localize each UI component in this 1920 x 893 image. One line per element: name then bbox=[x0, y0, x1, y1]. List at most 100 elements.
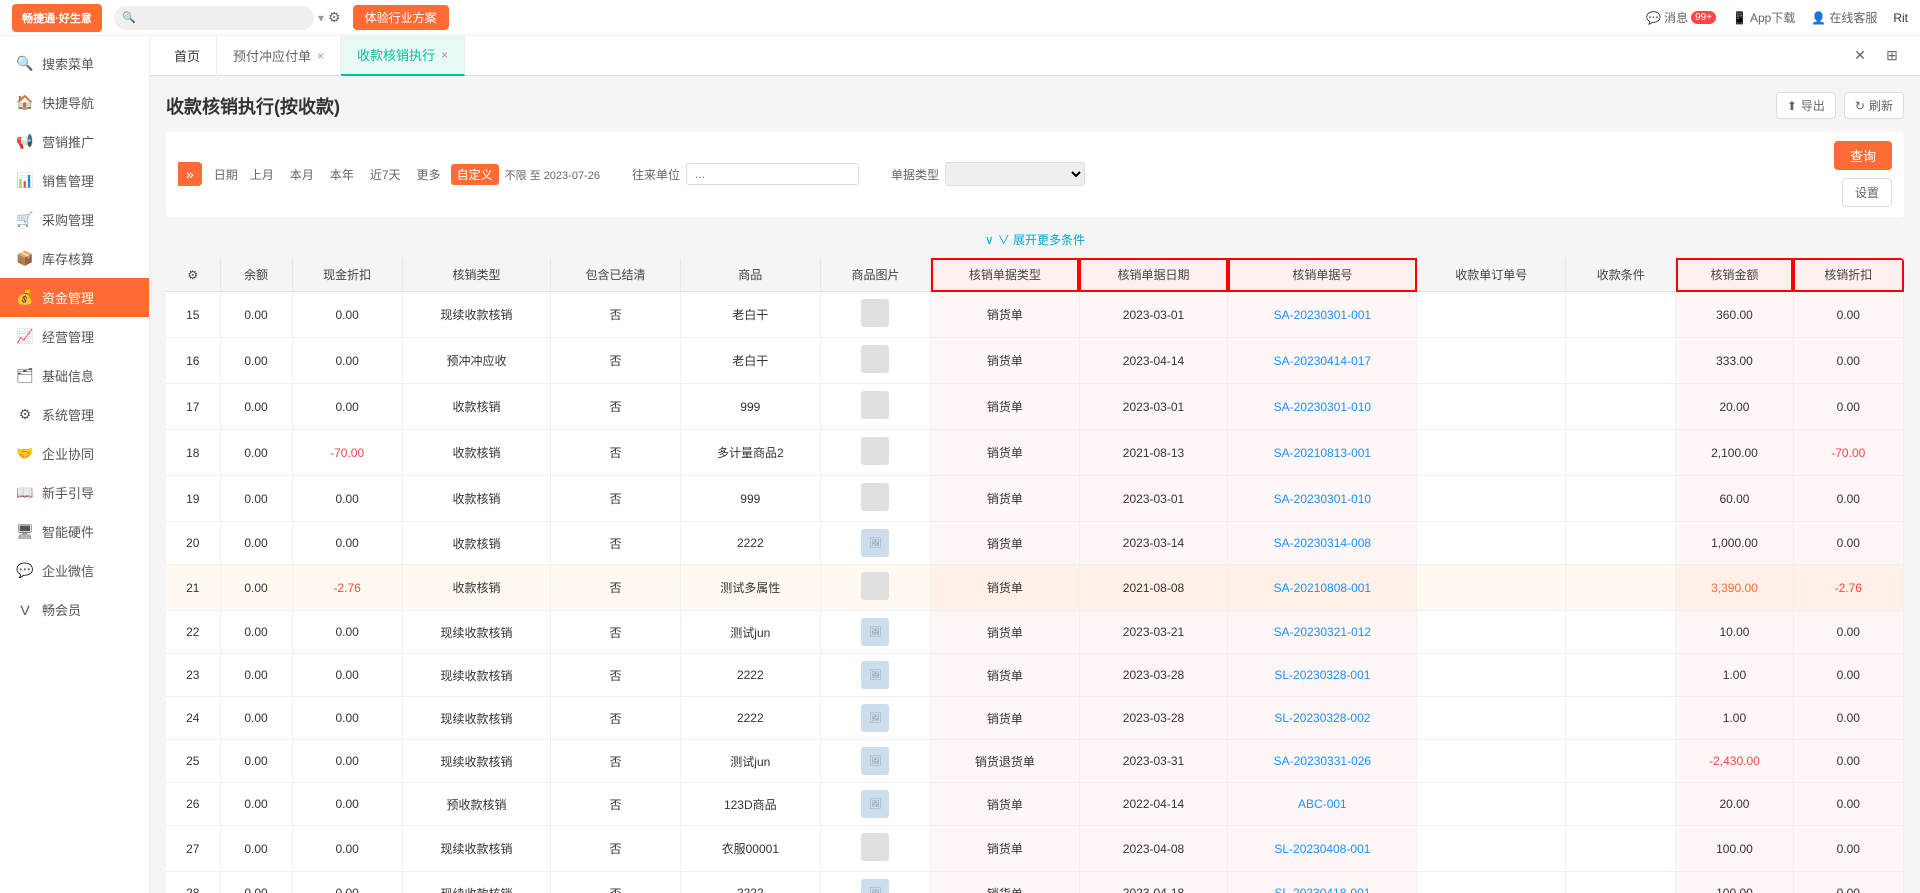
table-row[interactable]: 210.00-2.76收款核销否测试多属性销货单2021-08-08SA-202… bbox=[166, 565, 1904, 611]
cell-billNo[interactable]: ABC-001 bbox=[1228, 783, 1417, 826]
message-area[interactable]: 💬 消息 99+ bbox=[1646, 9, 1716, 26]
cell-receiptCond bbox=[1566, 476, 1676, 522]
cell-billNo[interactable]: SA-20230314-008 bbox=[1228, 522, 1417, 565]
cell-billType: 销货单 bbox=[931, 654, 1080, 697]
filter-last-month[interactable]: 上月 bbox=[244, 164, 280, 185]
table-row[interactable]: 270.000.00现续收款核销否衣服00001销货单2023-04-08SL-… bbox=[166, 826, 1904, 872]
data-table-container: ⚙余额现金折扣核销类型包含已结清商品商品图片核销单据类型核销单据日期核销单据号收… bbox=[166, 258, 1904, 893]
message-badge: 99+ bbox=[1691, 11, 1716, 24]
filter-bar: » 日期 上月 本月 本年 近7天 更多 自定义 不限 至 2023-07-26 bbox=[166, 131, 1904, 217]
app-download[interactable]: 📱 App下载 bbox=[1732, 9, 1795, 26]
cell-seq: 20 bbox=[166, 522, 220, 565]
filter-this-month[interactable]: 本月 bbox=[284, 164, 320, 185]
setting-button[interactable]: 设置 bbox=[1842, 178, 1892, 207]
sidebar-item-collab[interactable]: 🤝企业协同 bbox=[0, 434, 149, 473]
filter-more-dates[interactable]: 更多 bbox=[411, 164, 447, 185]
filter-7days[interactable]: 近7天 bbox=[364, 164, 407, 185]
cell-writeoffDiscount: 0.00 bbox=[1793, 872, 1903, 893]
cell-goods: 衣服00001 bbox=[680, 826, 820, 872]
col-header-goods: 商品 bbox=[680, 258, 820, 292]
cell-includeSettled: 否 bbox=[551, 872, 680, 893]
solution-button[interactable]: 体验行业方案 bbox=[353, 5, 449, 30]
cell-goodsImg: 🖼 bbox=[820, 611, 930, 654]
user-name[interactable]: Rit bbox=[1893, 11, 1908, 25]
cell-billDate: 2023-03-14 bbox=[1079, 522, 1228, 565]
online-service[interactable]: 👤 在线客服 bbox=[1811, 9, 1877, 26]
sidebar-item-marketing[interactable]: 📢营销推广 bbox=[0, 122, 149, 161]
sidebar-item-quicknav[interactable]: 🏠快捷导航 bbox=[0, 83, 149, 122]
cell-billType: 销货单 bbox=[931, 611, 1080, 654]
filter-doctype-select[interactable] bbox=[945, 162, 1085, 186]
expand-more-conditions[interactable]: ∨ ∨ 展开更多条件 bbox=[166, 227, 1904, 252]
tab-collection[interactable]: 收款核销执行 × bbox=[341, 36, 465, 76]
query-button[interactable]: 查询 bbox=[1834, 141, 1892, 170]
table-row[interactable]: 180.00-70.00收款核销否多计量商品2销货单2021-08-13SA-2… bbox=[166, 430, 1904, 476]
tab-collection-close[interactable]: × bbox=[441, 48, 448, 62]
filter-custom-date[interactable]: 自定义 bbox=[451, 164, 499, 185]
cell-balance: 0.00 bbox=[220, 872, 292, 893]
cell-billNo[interactable]: SL-20230408-001 bbox=[1228, 826, 1417, 872]
table-row[interactable]: 250.000.00现续收款核销否测试jun🖼销货退货单2023-03-31SA… bbox=[166, 740, 1904, 783]
sidebar-item-finance[interactable]: 💰资金管理 bbox=[0, 278, 149, 317]
sidebar-item-member[interactable]: V畅会员 bbox=[0, 590, 149, 629]
refresh-button[interactable]: ↻ 刷新 bbox=[1844, 92, 1904, 119]
maximize-tab-btn[interactable]: ⊞ bbox=[1880, 44, 1904, 68]
sidebar-item-guide[interactable]: 📖新手引导 bbox=[0, 473, 149, 512]
sidebar-item-operation[interactable]: 📈经营管理 bbox=[0, 317, 149, 356]
filter-this-year[interactable]: 本年 bbox=[324, 164, 360, 185]
sidebar-item-hardware[interactable]: 🖥智能硬件 bbox=[0, 512, 149, 551]
cell-cashDiscount: 0.00 bbox=[292, 338, 402, 384]
tab-home[interactable]: 首页 bbox=[158, 36, 217, 76]
cell-billNo[interactable]: SL-20230328-001 bbox=[1228, 654, 1417, 697]
export-button[interactable]: ⬆ 导出 bbox=[1776, 92, 1836, 119]
cell-includeSettled: 否 bbox=[551, 565, 680, 611]
sidebar-item-wechat[interactable]: 💬企业微信 bbox=[0, 551, 149, 590]
table-row[interactable]: 240.000.00现续收款核销否2222🖼销货单2023-03-28SL-20… bbox=[166, 697, 1904, 740]
table-row[interactable]: 220.000.00现续收款核销否测试jun🖼销货单2023-03-21SA-2… bbox=[166, 611, 1904, 654]
sidebar-item-inventory[interactable]: 📦库存核算 bbox=[0, 239, 149, 278]
sidebar-label-sales: 销售管理 bbox=[42, 171, 94, 190]
cell-billDate: 2023-03-01 bbox=[1079, 292, 1228, 338]
sidebar-item-search[interactable]: 🔍搜索菜单 bbox=[0, 44, 149, 83]
sidebar-item-sales[interactable]: 📊销售管理 bbox=[0, 161, 149, 200]
table-row[interactable]: 200.000.00收款核销否2222🖼销货单2023-03-14SA-2023… bbox=[166, 522, 1904, 565]
sidebar-item-system[interactable]: ⚙系统管理 bbox=[0, 395, 149, 434]
cell-balance: 0.00 bbox=[220, 384, 292, 430]
cell-includeSettled: 否 bbox=[551, 697, 680, 740]
cell-writeoffAmount: 1.00 bbox=[1676, 654, 1793, 697]
table-row[interactable]: 150.000.00现续收款核销否老白干销货单2023-03-01SA-2023… bbox=[166, 292, 1904, 338]
cell-billNo[interactable]: SL-20230328-002 bbox=[1228, 697, 1417, 740]
cell-writeoffAmount: 333.00 bbox=[1676, 338, 1793, 384]
cell-seq: 26 bbox=[166, 783, 220, 826]
tab-prepay-close[interactable]: × bbox=[317, 49, 324, 63]
table-row[interactable]: 170.000.00收款核销否999销货单2023-03-01SA-202303… bbox=[166, 384, 1904, 430]
cell-billNo[interactable]: SA-20230301-010 bbox=[1228, 384, 1417, 430]
table-row[interactable]: 280.000.00现续收款核销否2222🖼销货单2023-04-18SL-20… bbox=[166, 872, 1904, 893]
filter-expand-button[interactable]: » bbox=[178, 162, 202, 186]
tab-prepay[interactable]: 预付冲应付单 × bbox=[217, 36, 341, 76]
table-row[interactable]: 160.000.00预冲冲应收否老白干销货单2023-04-14SA-20230… bbox=[166, 338, 1904, 384]
cell-billNo[interactable]: SA-20230414-017 bbox=[1228, 338, 1417, 384]
cell-includeSettled: 否 bbox=[551, 384, 680, 430]
cell-billNo[interactable]: SA-20230321-012 bbox=[1228, 611, 1417, 654]
filter-partner-input[interactable] bbox=[686, 163, 859, 185]
cell-includeSettled: 否 bbox=[551, 783, 680, 826]
dropdown-icon[interactable]: ▾ bbox=[318, 11, 324, 25]
cell-billNo[interactable]: SA-20210813-001 bbox=[1228, 430, 1417, 476]
table-row[interactable]: 260.000.00预收款核销否123D商品🖼销货单2022-04-14ABC-… bbox=[166, 783, 1904, 826]
cell-billNo[interactable]: SA-20230301-001 bbox=[1228, 292, 1417, 338]
settings-icon[interactable]: ⚙ bbox=[328, 9, 341, 26]
cell-billNo[interactable]: SA-20230331-026 bbox=[1228, 740, 1417, 783]
table-row[interactable]: 230.000.00现续收款核销否2222🖼销货单2023-03-28SL-20… bbox=[166, 654, 1904, 697]
cell-billNo[interactable]: SL-20230418-001 bbox=[1228, 872, 1417, 893]
cell-writeoffAmount: -2,430.00 bbox=[1676, 740, 1793, 783]
top-search[interactable]: 🔍 bbox=[114, 6, 314, 30]
sidebar-item-basic[interactable]: 🗂基础信息 bbox=[0, 356, 149, 395]
sidebar-item-purchase[interactable]: 🛒采购管理 bbox=[0, 200, 149, 239]
cell-billNo[interactable]: SA-20230301-010 bbox=[1228, 476, 1417, 522]
close-tab-btn[interactable]: ✕ bbox=[1848, 44, 1872, 68]
table-row[interactable]: 190.000.00收款核销否999销货单2023-03-01SA-202303… bbox=[166, 476, 1904, 522]
cell-billNo[interactable]: SA-20210808-001 bbox=[1228, 565, 1417, 611]
cell-receiptCond bbox=[1566, 783, 1676, 826]
cell-receiptCond bbox=[1566, 654, 1676, 697]
